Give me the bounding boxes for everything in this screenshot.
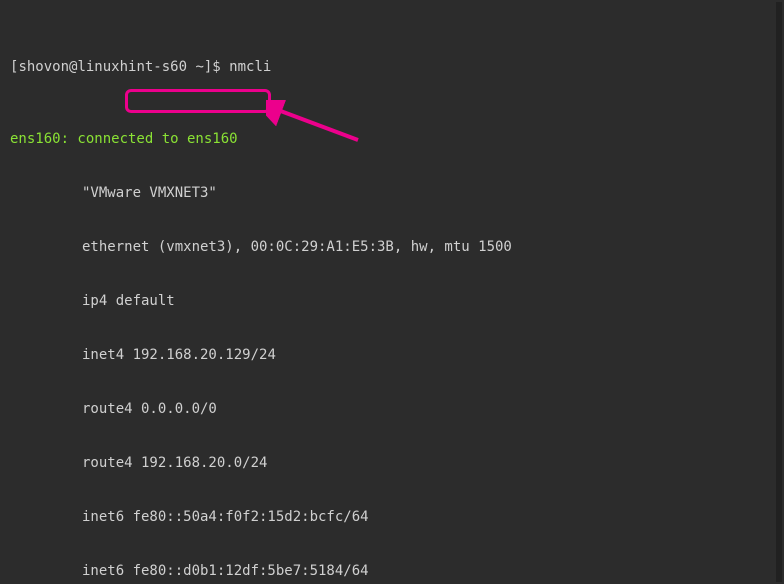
prompt-user-host: shovon@linuxhint-s60: [18, 59, 187, 75]
scrollbar[interactable]: [776, 2, 782, 582]
ens160-mac: ethernet (vmxnet3), 00:0C:29:A1:E5:3B, h…: [82, 238, 512, 256]
ens160-descr: "VMware VMXNET3": [82, 184, 217, 202]
ens160-r4b: route4 192.168.20.0/24: [82, 454, 267, 472]
terminal-window[interactable]: [shovon@linuxhint-s60 ~]$ nmcli ens160: …: [2, 2, 782, 582]
ens160-inet4-mask: /24: [251, 347, 276, 363]
command-text: nmcli: [229, 59, 271, 75]
prompt-path: ~: [187, 59, 204, 75]
ens160-inet4: inet4 192.168.20.129/24: [82, 346, 276, 364]
ens160-i6a: inet6 fe80::50a4:f0f2:15d2:bcfc/64: [82, 508, 369, 526]
ens160-ip4d: ip4 default: [82, 292, 175, 310]
highlight-box: [125, 89, 271, 113]
ens160-r4a: route4 0.0.0.0/0: [82, 400, 217, 418]
ens160-i6b: inet6 fe80::d0b1:12df:5be7:5184/64: [82, 562, 369, 580]
ens160-header: ens160: connected to ens160: [10, 131, 238, 147]
prompt-line: [shovon@linuxhint-s60 ~]$ nmcli: [2, 56, 782, 76]
ens160-inet4-label: inet4: [82, 347, 133, 363]
ens160-inet4-ip: 192.168.20.129: [133, 347, 251, 363]
prompt-close: ]$: [204, 59, 229, 75]
